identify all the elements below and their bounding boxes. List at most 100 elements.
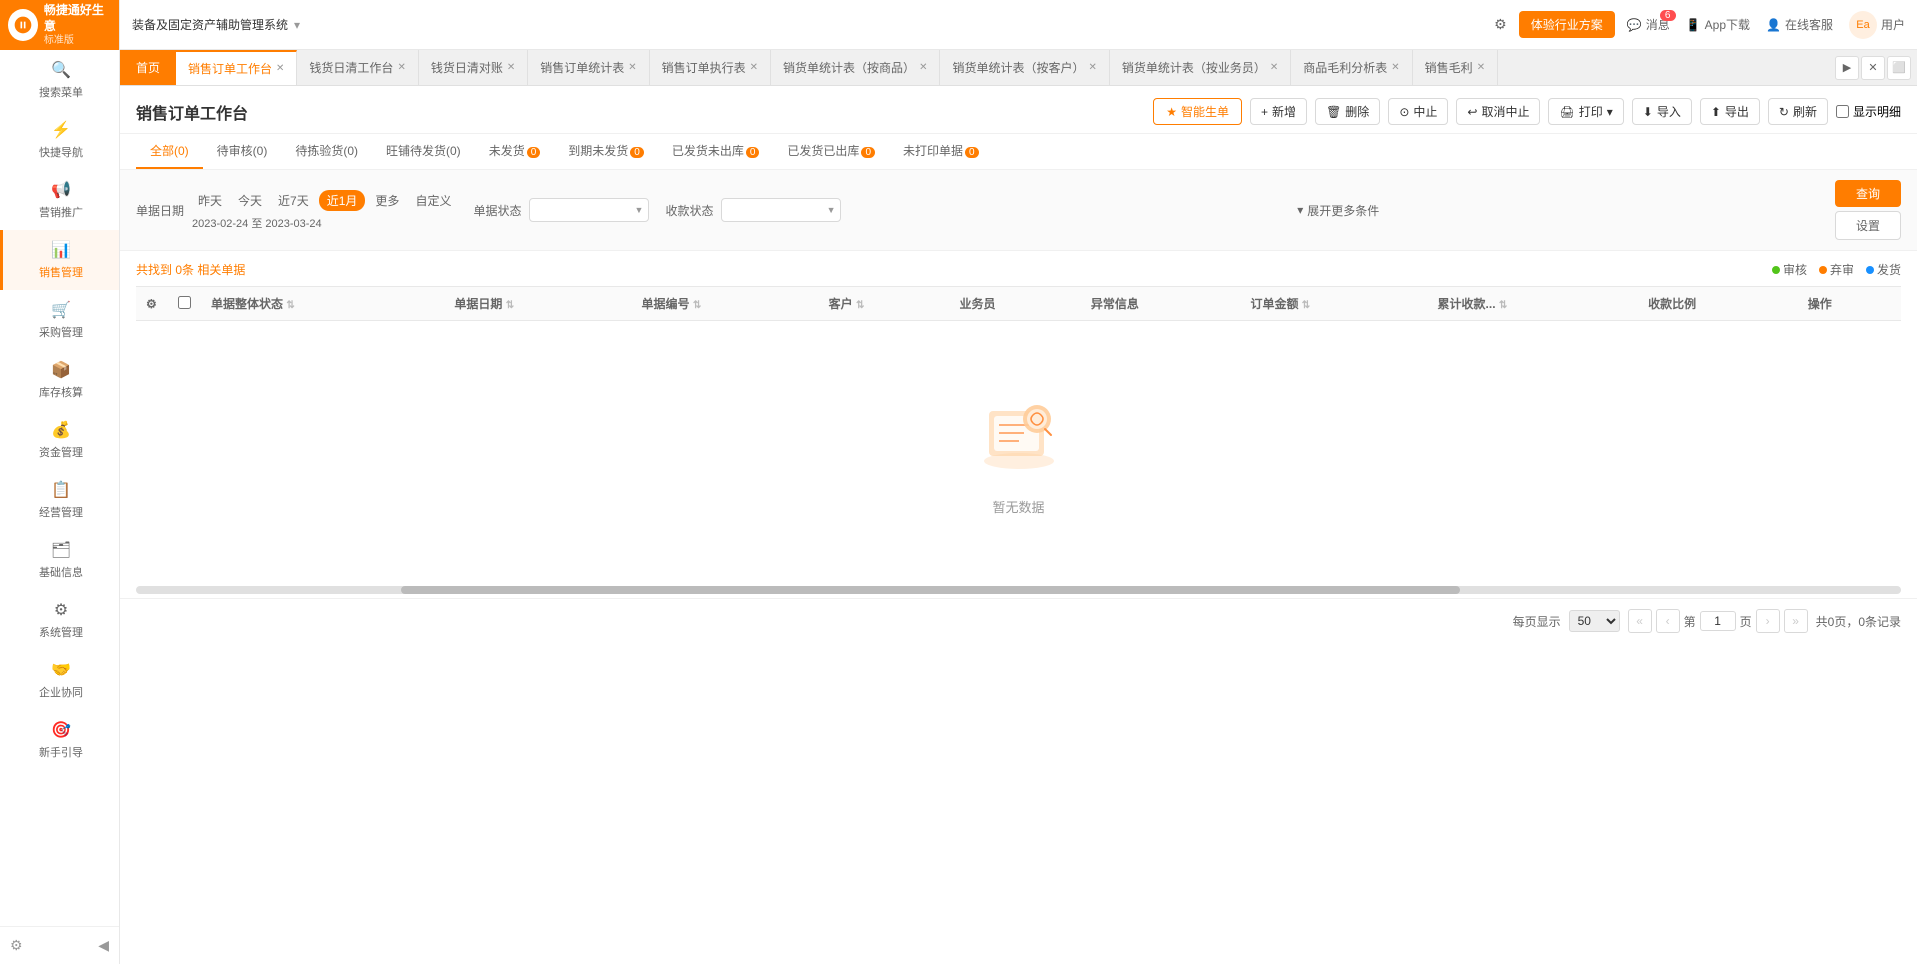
tab-sales-order-workbench[interactable]: 销售订单工作台 ✕ [176,50,297,86]
date-option-more[interactable]: 更多 [369,190,405,211]
date-option-today[interactable]: 今天 [232,190,268,211]
tab-sales-exec[interactable]: 销售订单执行表 ✕ [650,50,771,86]
sidebar-item-quicknav[interactable]: ⚡ 快捷导航 [0,110,119,170]
sort-number-icon[interactable]: ⇅ [693,300,701,311]
tab-close-6[interactable]: ✕ [1088,62,1096,73]
status-select[interactable] [529,198,649,222]
tab-daily-clear[interactable]: 钱货日清工作台 ✕ [297,50,418,86]
sidebar-item-guide[interactable]: 🎯 新手引导 [0,710,119,770]
expand-conditions-button[interactable]: ▾ 展开更多条件 [1297,202,1379,219]
filter-tab-shipped-out[interactable]: 已发货已出库0 [773,134,889,169]
batch-revoke[interactable]: 弃审 [1819,261,1854,278]
tabs-scroll-right-btn[interactable]: ▶ [1835,56,1859,80]
page-size-select[interactable]: 10 20 50 100 [1569,610,1620,632]
export-button[interactable]: ⬆ 导出 [1700,98,1760,125]
sidebar-item-collab[interactable]: 🤝 企业协同 [0,650,119,710]
tab-sales-stats[interactable]: 销售订单统计表 ✕ [528,50,649,86]
payment-select[interactable] [721,198,841,222]
tab-close-3[interactable]: ✕ [628,62,636,73]
tabs-close-all-btn[interactable]: ✕ [1861,56,1885,80]
filter-tab-pending-check[interactable]: 待拣验货(0) [281,134,372,169]
detail-checkbox[interactable] [1836,105,1849,118]
module-chevron-icon[interactable]: ▾ [294,18,300,32]
stop-button[interactable]: ⊙ 中止 [1388,98,1448,125]
filter-tab-pending-review[interactable]: 待审核(0) [203,134,282,169]
sidebar-item-sales[interactable]: 📊 销售管理 [0,230,119,290]
sidebar-item-purchase[interactable]: 🛒 采购管理 [0,290,119,350]
tab-sales-goods[interactable]: 销货单统计表（按商品） ✕ [771,50,940,86]
tab-sales-margin[interactable]: 销售毛利 ✕ [1413,50,1498,86]
tabs-maximize-btn[interactable]: ⬜ [1887,56,1911,80]
refresh-button[interactable]: ↻ 刷新 [1768,98,1828,125]
filter-tab-shop-pending-ship[interactable]: 旺铺待发货(0) [372,134,475,169]
batch-ship[interactable]: 发货 [1866,261,1901,278]
sort-collected-icon[interactable]: ⇅ [1499,300,1507,311]
sidebar-label-inventory: 库存核算 [39,384,83,400]
sort-amount-icon[interactable]: ⇅ [1302,300,1310,311]
collapse-icon[interactable]: ◀ [98,937,109,954]
solution-button[interactable]: 体验行业方案 [1519,11,1615,38]
app-download-action[interactable]: 📱 App下载 [1686,16,1750,33]
date-option-custom[interactable]: 自定义 [409,190,457,211]
smart-create-button[interactable]: ★ 智能生单 [1153,98,1242,125]
filter-tab-shipped-not-out[interactable]: 已发货未出库0 [658,134,774,169]
sort-date-icon[interactable]: ⇅ [506,300,514,311]
tab-sales-customer[interactable]: 销货单统计表（按客户） ✕ [940,50,1109,86]
sidebar-item-base[interactable]: 🗂 基础信息 [0,530,119,590]
first-page-button[interactable]: « [1628,609,1652,633]
date-option-yesterday[interactable]: 昨天 [192,190,228,211]
topbar-gear-icon[interactable]: ⚙ [1494,16,1507,33]
user-action[interactable]: Ea 用户 [1849,11,1905,39]
tab-close-4[interactable]: ✕ [750,62,758,73]
horizontal-scrollbar-thumb[interactable] [401,586,1460,594]
sidebar-item-system[interactable]: ⚙ 系统管理 [0,590,119,650]
message-action[interactable]: 💬 消息 6 [1627,16,1670,33]
tab-daily-reconcile[interactable]: 钱货日清对账 ✕ [419,50,528,86]
detail-checkbox-label[interactable]: 显示明细 [1836,103,1901,120]
filter-tab-overdue-ship[interactable]: 到期未发货0 [554,134,658,169]
tab-close-2[interactable]: ✕ [507,62,515,73]
filter-tab-all[interactable]: 全部(0) [136,134,203,169]
date-option-7days[interactable]: 近7天 [272,190,315,211]
online-service-action[interactable]: 👤 在线客服 [1766,16,1833,33]
tab-close-0[interactable]: ✕ [276,63,284,74]
settings-bottom-icon[interactable]: ⚙ [10,937,23,954]
filter-tab-not-printed[interactable]: 未打印单据0 [889,134,993,169]
batch-review[interactable]: 审核 [1772,261,1807,278]
sort-status-icon[interactable]: ⇅ [286,300,294,311]
tab-close-5[interactable]: ✕ [919,62,927,73]
select-all-checkbox[interactable] [178,296,191,309]
sidebar-item-finance[interactable]: 💰 资金管理 [0,410,119,470]
prev-page-button[interactable]: ‹ [1656,609,1680,633]
record-count: 0条 [175,263,194,277]
tab-close-8[interactable]: ✕ [1391,62,1399,73]
tab-profit-analysis[interactable]: 商品毛利分析表 ✕ [1291,50,1412,86]
sidebar-item-marketing[interactable]: 📢 营销推广 [0,170,119,230]
sidebar-item-operations[interactable]: 📋 经营管理 [0,470,119,530]
cancel-stop-button[interactable]: ↩ 取消中止 [1456,98,1540,125]
date-option-1month[interactable]: 近1月 [319,190,366,211]
settings-button[interactable]: 设置 [1835,211,1901,240]
sidebar-item-search[interactable]: 🔍 搜索菜单 [0,50,119,110]
table-scroll-wrapper[interactable]: ⚙ 单据整体状态 ⇅ 单据日期 ⇅ [136,286,1901,576]
sort-customer-icon[interactable]: ⇅ [856,300,864,311]
search-icon: 🔍 [51,60,71,80]
page-input[interactable] [1700,611,1736,631]
tab-sales-salesperson[interactable]: 销货单统计表（按业务员） ✕ [1110,50,1291,86]
sidebar-item-inventory[interactable]: 📦 库存核算 [0,350,119,410]
date-range-display: 2023-02-24 至 2023-03-24 [192,215,457,231]
add-button[interactable]: + 新增 [1250,98,1307,125]
query-button[interactable]: 查询 [1835,180,1901,207]
print-button[interactable]: 🖨 打印 ▾ [1548,98,1623,125]
tab-close-9[interactable]: ✕ [1477,62,1485,73]
table-settings-icon[interactable]: ⚙ [146,297,157,311]
tab-close-7[interactable]: ✕ [1270,62,1278,73]
next-page-button[interactable]: › [1756,609,1780,633]
import-button[interactable]: ⬇ 导入 [1632,98,1692,125]
delete-button[interactable]: 🗑 删除 [1315,98,1380,125]
tab-close-1[interactable]: ✕ [397,62,405,73]
tab-home[interactable]: 首页 [120,50,176,86]
payment-label: 收款状态 [665,202,713,219]
last-page-button[interactable]: » [1784,609,1808,633]
filter-tab-not-shipped[interactable]: 未发货0 [475,134,555,169]
